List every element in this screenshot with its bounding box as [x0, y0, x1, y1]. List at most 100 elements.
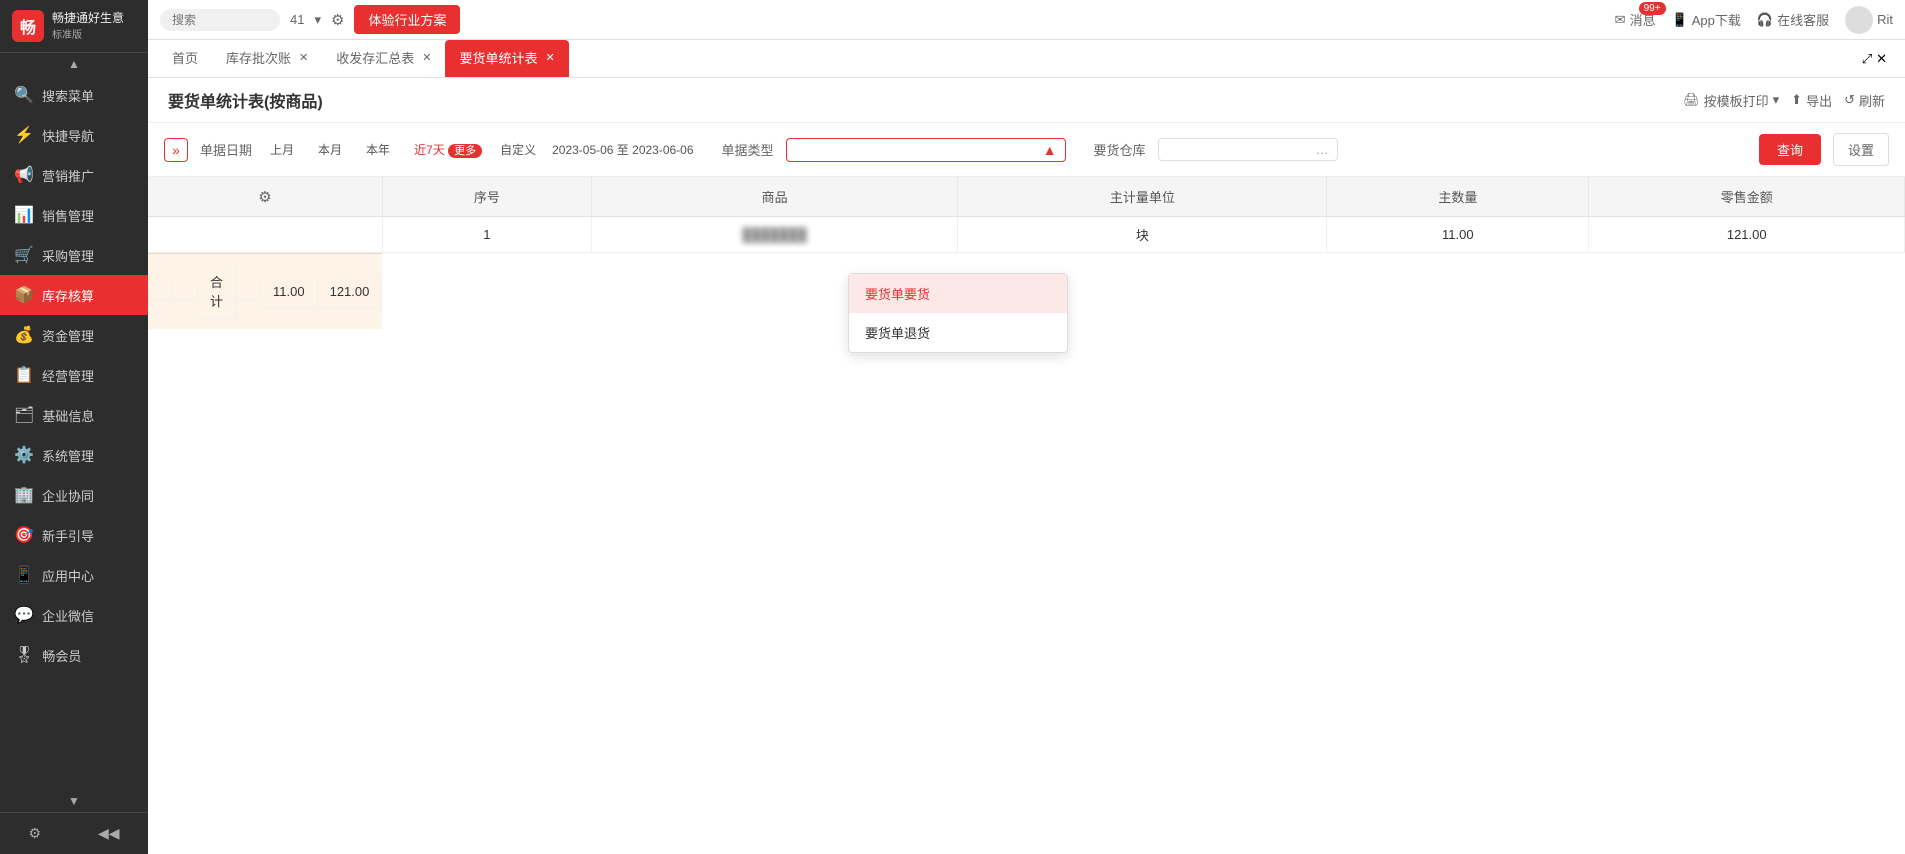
user-item[interactable]: Rit [1845, 6, 1893, 34]
sidebar-item-inventory[interactable]: 📦库存核算 [0, 275, 148, 315]
footer-empty-2 [173, 283, 198, 300]
sidebar-item-marketing[interactable]: 📢营销推广 [0, 155, 148, 195]
type-input-wrap[interactable]: ▲ [786, 138, 1066, 162]
col-settings[interactable]: ⚙ [148, 177, 382, 217]
footer-quantity: 11.00 [261, 276, 318, 308]
messages-badge: 99+ [1639, 2, 1666, 15]
tab-count: 41 [290, 12, 304, 27]
sidebar-label-sales: 销售管理 [42, 206, 94, 225]
dropdown-item-order-goods[interactable]: 要货单要货 [849, 274, 1067, 313]
footer-empty-3 [236, 283, 261, 300]
sidebar-collapse-btn[interactable]: ◀◀ [90, 821, 128, 846]
sidebar-icon-search: 🔍 [14, 85, 34, 105]
refresh-btn[interactable]: ↺ 刷新 [1844, 91, 1885, 110]
row-amount: 121.00 [1589, 217, 1905, 253]
tab-label-order_summary: 要货单统计表 [459, 48, 537, 67]
tab-close-order_summary[interactable]: ✕ [546, 51, 555, 64]
sidebar-item-wechat[interactable]: 💬企业微信 [0, 595, 148, 635]
messages-item[interactable]: ✉ 消息 99+ [1615, 10, 1656, 29]
col-quantity: 主数量 [1327, 177, 1589, 217]
sidebar-icon-inventory: 📦 [14, 285, 34, 305]
sidebar-item-search[interactable]: 🔍搜索菜单 [0, 75, 148, 115]
sidebar-label-shortcut: 快捷导航 [42, 126, 94, 145]
type-dropdown-arrow[interactable]: ▲ [1043, 142, 1057, 158]
table-header-row: ⚙ 序号 商品 主计量单位 主数量 零售金额 [148, 177, 1905, 217]
tab-label-receipt_summary: 收发存汇总表 [336, 48, 414, 67]
sidebar-item-system[interactable]: ⚙️系统管理 [0, 435, 148, 475]
this-month-btn[interactable]: 本月 [312, 138, 348, 161]
tab-close-inventory_batch[interactable]: ✕ [299, 51, 308, 64]
expand-icon: ⤢ [1862, 51, 1872, 67]
sidebar-scroll-down[interactable]: ▼ [0, 790, 148, 812]
sidebar-item-shortcut[interactable]: ⚡ 快捷导航 [0, 115, 148, 155]
support-label: 在线客服 [1777, 10, 1829, 29]
row-unit: 块 [958, 217, 1327, 253]
tab-home[interactable]: 首页 [158, 40, 212, 77]
col-unit: 主计量单位 [958, 177, 1327, 217]
filter-expand-btn[interactable]: » [164, 138, 188, 162]
sidebar-icon-shortcut: ⚡ [14, 125, 34, 145]
footer-empty-1 [148, 283, 173, 300]
warehouse-dots[interactable]: … [1316, 142, 1329, 157]
sidebar-item-basic[interactable]: 🗂基础信息 [0, 395, 148, 435]
sidebar-item-member[interactable]: 🎖畅会员 [0, 635, 148, 675]
tab-order_summary[interactable]: 要货单统计表 ✕ [445, 40, 568, 77]
logo-title: 畅捷通好生意 [52, 11, 124, 27]
export-icon: ⬆ [1791, 92, 1802, 108]
topbar-left: 41 ▾ ⚙ 体验行业方案 [160, 5, 460, 34]
sidebar-nav: 🔍搜索菜单 ⚡ 快捷导航 📢营销推广📊销售管理🛒采购管理📦库存核算💰资金管理 📋 经营管理… [0, 75, 148, 790]
page-title: 要货单统计表(按商品) [168, 88, 323, 112]
sidebar-item-guide[interactable]: 🎯新手引导 [0, 515, 148, 555]
footer-amount: 121.00 [318, 276, 383, 308]
export-btn[interactable]: ⬆ 导出 [1791, 91, 1832, 110]
warehouse-input-wrap[interactable]: … [1158, 138, 1338, 161]
settings-filter-btn[interactable]: 设置 [1833, 133, 1889, 166]
search-input[interactable] [160, 9, 280, 31]
print-arrow: ▾ [1773, 92, 1780, 108]
table-footer-row: 合计 11.00 121.00 [148, 253, 382, 329]
sidebar-item-sales[interactable]: 📊销售管理 [0, 195, 148, 235]
trial-btn[interactable]: 体验行业方案 [354, 5, 460, 34]
collapse-icon: ✕ [1876, 51, 1887, 67]
type-input[interactable] [795, 142, 1043, 157]
topbar-settings-icon[interactable]: ⚙ [331, 11, 344, 29]
tab-label-home: 首页 [172, 48, 198, 67]
last-month-btn[interactable]: 上月 [264, 138, 300, 161]
custom-date-link[interactable]: 自定义 [500, 141, 536, 158]
tab-close-receipt_summary[interactable]: ✕ [422, 51, 431, 64]
print-btn[interactable]: 🖨 按模板打印 ▾ [1683, 91, 1779, 110]
row-settings [148, 217, 382, 253]
sidebar-item-purchase[interactable]: 🛒采购管理 [0, 235, 148, 275]
sidebar-label-wechat: 企业微信 [42, 606, 94, 625]
sidebar-item-appstore[interactable]: 📱应用中心 [0, 555, 148, 595]
type-label: 单据类型 [722, 140, 774, 159]
sidebar-icon-operation: 📋 [14, 365, 34, 385]
download-item[interactable]: 📱 App下载 [1672, 10, 1741, 29]
support-item[interactable]: 🎧 在线客服 [1757, 10, 1829, 29]
goods-blurred: ███████ [742, 227, 806, 242]
sidebar-item-operation[interactable]: 📋 经营管理 [0, 355, 148, 395]
gear-icon: ⚙ [258, 189, 271, 206]
sidebar-bottom: ⚙ ◀◀ [0, 812, 148, 854]
sidebar-label-basic: 基础信息 [42, 406, 94, 425]
tab-inventory_batch[interactable]: 库存批次账✕ [212, 40, 322, 77]
tab-expand-btn[interactable]: ⤢ ✕ [1854, 40, 1895, 77]
recent-7-btn[interactable]: 近7天 更多 [408, 138, 488, 161]
logo-sub: 标准版 [52, 26, 124, 41]
tab-dropdown-arrow[interactable]: ▾ [314, 12, 321, 28]
content-area: 要货单统计表(按商品) 🖨 按模板打印 ▾ ⬆ 导出 ↺ 刷新 » [148, 78, 1905, 854]
messages-icon: ✉ [1615, 12, 1626, 28]
dropdown-item-order-return[interactable]: 要货单退货 [849, 313, 1067, 352]
query-btn[interactable]: 查询 [1759, 134, 1821, 165]
sidebar-scroll-up[interactable]: ▲ [0, 53, 148, 75]
sidebar-label-system: 系统管理 [42, 446, 94, 465]
sidebar-label-operation: 经营管理 [42, 366, 94, 385]
warehouse-label: 要货仓库 [1094, 140, 1146, 159]
sidebar-item-enterprise[interactable]: 🏢企业协同 [0, 475, 148, 515]
sidebar-item-finance[interactable]: 💰资金管理 [0, 315, 148, 355]
this-year-btn[interactable]: 本年 [360, 138, 396, 161]
table-row: 1 ███████ 块 11.00 121.00 [148, 217, 1905, 253]
row-goods: ███████ [591, 217, 958, 253]
sidebar-settings-btn[interactable]: ⚙ [20, 821, 49, 846]
tab-receipt_summary[interactable]: 收发存汇总表 ✕ [322, 40, 445, 77]
